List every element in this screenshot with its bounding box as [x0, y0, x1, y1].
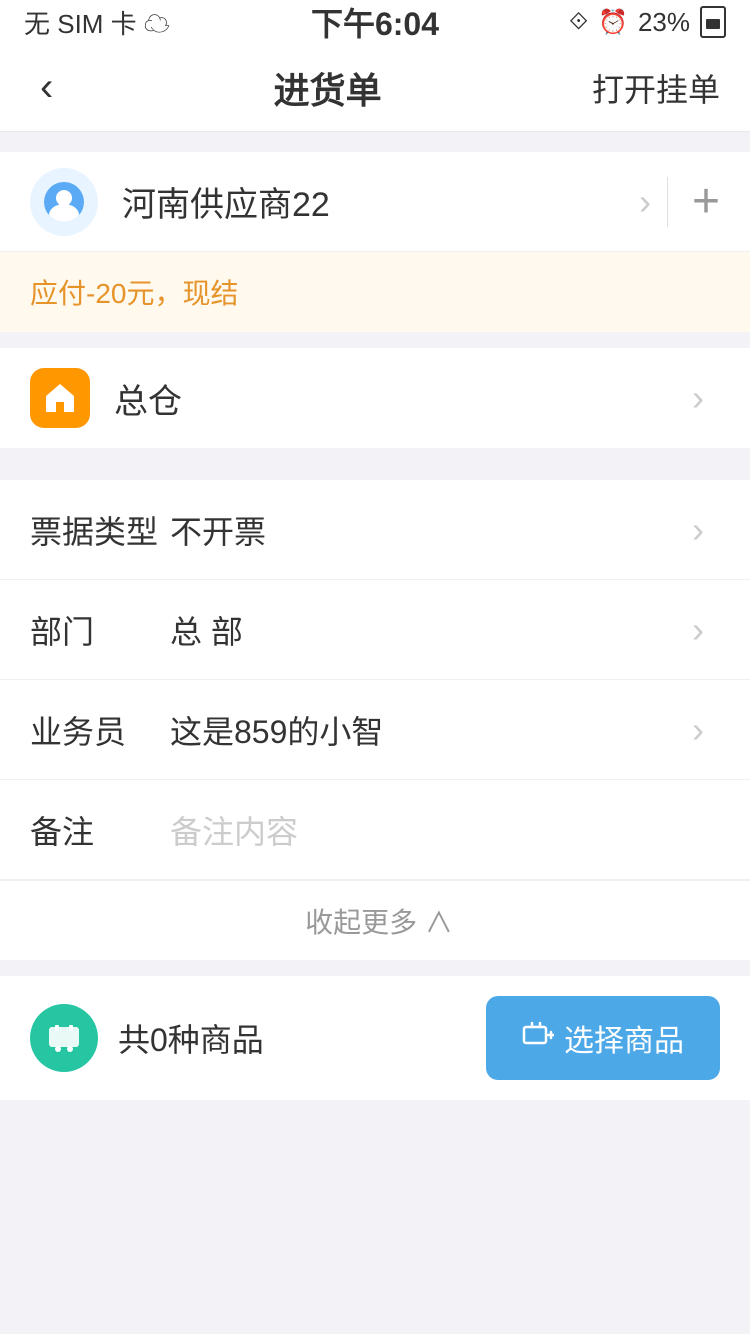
invoice-type-chevron-icon: ›: [692, 509, 704, 551]
open-pending-button[interactable]: 打开挂单: [592, 65, 720, 111]
cart-icon: [45, 1019, 83, 1057]
supplier-name: 河南供应商22: [122, 177, 639, 226]
notice-text: 应付-20元，现结: [30, 278, 238, 309]
battery-text: 23%: [638, 7, 690, 38]
remark-input[interactable]: 备注内容: [170, 807, 720, 853]
remark-row[interactable]: 备注 备注内容: [0, 780, 750, 880]
warehouse-section[interactable]: 总仓 ›: [0, 348, 750, 448]
warehouse-icon: [30, 368, 90, 428]
sales-rep-label: 业务员: [30, 707, 170, 753]
invoice-type-value: 不开票: [170, 507, 692, 553]
department-value: 总 部: [170, 607, 692, 653]
middle-divider-1: [0, 332, 750, 348]
house-svg-icon: [42, 380, 78, 416]
collapse-button[interactable]: 收起更多 ∧: [0, 880, 750, 960]
product-count: 共0种商品: [118, 1015, 486, 1061]
status-time: 下午6:04: [311, 0, 439, 45]
invoice-type-row[interactable]: 票据类型 不开票 ›: [0, 480, 750, 580]
supplier-row[interactable]: 河南供应商22 › +: [0, 152, 750, 252]
add-supplier-button[interactable]: +: [692, 178, 720, 226]
notice-bar: 应付-20元，现结: [0, 252, 750, 332]
page-title: 进货单: [274, 62, 382, 114]
nav-bar: ‹ 进货单 打开挂单: [0, 44, 750, 132]
warehouse-chevron-icon: ›: [692, 377, 704, 419]
sales-rep-row[interactable]: 业务员 这是859的小智 ›: [0, 680, 750, 780]
collapse-label: 收起更多 ∧: [305, 901, 453, 941]
warehouse-row[interactable]: 总仓 ›: [0, 348, 750, 448]
remark-label: 备注: [30, 807, 170, 853]
department-row[interactable]: 部门 总 部 ›: [0, 580, 750, 680]
status-right: ⟐ ⏰ 23%: [569, 6, 726, 38]
status-bar: 无 SIM 卡 ☁ 下午6:04 ⟐ ⏰ 23%: [0, 0, 750, 44]
signal-text: 无 SIM 卡 ☁: [24, 4, 170, 41]
page-container: 无 SIM 卡 ☁ 下午6:04 ⟐ ⏰ 23% ‹ 进货单 打开挂单 河南供应…: [0, 0, 750, 1334]
select-product-icon: [522, 1020, 554, 1057]
invoice-type-label: 票据类型: [30, 507, 170, 553]
middle-divider-2: [0, 448, 750, 464]
supplier-chevron-icon: ›: [639, 181, 651, 223]
supplier-avatar: [30, 168, 98, 236]
warehouse-name: 总仓: [114, 374, 692, 423]
alarm-icon: ⏰: [598, 8, 628, 37]
department-chevron-icon: ›: [692, 609, 704, 651]
back-button[interactable]: ‹: [30, 55, 63, 120]
top-divider: [0, 132, 750, 152]
select-product-label: 选择商品: [564, 1016, 684, 1060]
department-label: 部门: [30, 607, 170, 653]
avatar-icon: [44, 182, 84, 222]
battery-icon: [700, 6, 726, 38]
supplier-separator: [667, 177, 668, 227]
product-divider: [0, 960, 750, 976]
sales-rep-chevron-icon: ›: [692, 709, 704, 751]
sales-rep-value: 这是859的小智: [170, 707, 692, 753]
select-product-button[interactable]: 选择商品: [486, 996, 720, 1080]
form-section: 票据类型 不开票 › 部门 总 部 › 业务员 这是859的小智 › 备注 备注…: [0, 480, 750, 960]
supplier-section: 河南供应商22 › + 应付-20元，现结: [0, 152, 750, 332]
location-icon: ⟐: [569, 8, 588, 36]
product-bar: 共0种商品 选择商品: [0, 976, 750, 1100]
product-icon: [30, 1004, 98, 1072]
status-left: 无 SIM 卡 ☁: [24, 4, 170, 41]
